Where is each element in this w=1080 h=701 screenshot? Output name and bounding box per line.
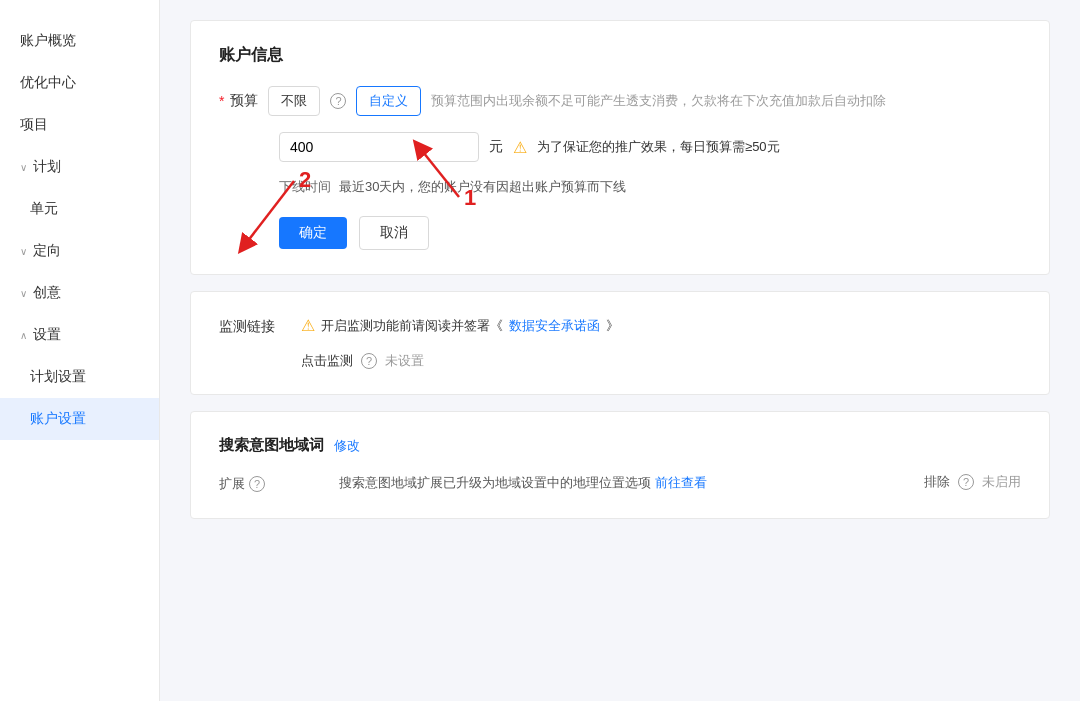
exclude-question-icon[interactable]: ? [958,474,974,490]
budget-input-row: 元 ⚠ 为了保证您的推广效果，每日预算需≥50元 [279,132,1021,162]
sidebar-item-label: 创意 [33,284,61,302]
expand-label: 扩展 [219,475,245,493]
goto-link[interactable]: 前往查看 [655,475,707,490]
custom-button[interactable]: 自定义 [356,86,421,116]
sidebar-item-optimize-center[interactable]: 优化中心 [0,62,159,104]
sidebar-item-label: 单元 [30,200,58,218]
search-section-card: 搜索意图地域词 修改 扩展 ? 搜索意图地域扩展已升级为地域设置中的地理位置选项… [190,411,1050,519]
warning-text-end: 》 [606,317,619,335]
click-monitor-row: 点击监测 ? 未设置 [301,352,1021,370]
sidebar-item-label: 项目 [20,116,48,134]
exclude-label: 排除 [924,473,950,491]
monitor-label: 监测链接 [219,316,289,336]
monitor-row: 监测链接 ⚠ 开启监测功能前请阅读并签署《 数据安全承诺函 》 [219,316,1021,336]
confirm-button[interactable]: 确定 [279,217,347,249]
not-set-label: 未设置 [385,352,424,370]
sidebar-item-creative[interactable]: ∨ 创意 [0,272,159,314]
expand-content: 搜索意图地域扩展已升级为地域设置中的地理位置选项 前往查看 [339,473,884,494]
not-enabled-label: 未启用 [982,473,1021,491]
account-info-title: 账户信息 [219,45,1021,66]
warning-text: 开启监测功能前请阅读并签署《 [321,317,503,335]
modify-link[interactable]: 修改 [334,437,360,455]
budget-hint-text: 预算范围内出现余额不足可能产生透支消费，欠款将在下次充值加款后自动扣除 [431,92,886,110]
monitor-warning: ⚠ 开启监测功能前请阅读并签署《 数据安全承诺函 》 [301,316,619,335]
search-row: 扩展 ? 搜索意图地域扩展已升级为地域设置中的地理位置选项 前往查看 排除 ? … [219,473,1021,494]
sidebar-item-label: 计划 [33,158,61,176]
click-monitor-label: 点击监测 [301,352,353,370]
account-info-card: 账户信息 * 预算 不限 ? 自定义 预算范围内出现余额不足可能产生透支消费，欠… [190,20,1050,275]
expand-question-icon[interactable]: ? [249,476,265,492]
expand-label-col: 扩展 ? [219,473,299,493]
sidebar: 账户概览 优化中心 项目 ∨ 计划 单元 ∨ 定向 ∨ 创意 ∧ 设置 计划设置… [0,0,160,701]
sidebar-item-label: 账户设置 [30,410,86,428]
input-hint: 为了保证您的推广效果，每日预算需≥50元 [537,138,780,156]
main-content: 账户信息 * 预算 不限 ? 自定义 预算范围内出现余额不足可能产生透支消费，欠… [160,0,1080,701]
warn-triangle-icon: ⚠ [301,316,315,335]
expand-desc: 搜索意图地域扩展已升级为地域设置中的地理位置选项 [339,475,651,490]
chevron-down-icon: ∨ [20,162,27,173]
yuan-label: 元 [489,138,503,156]
exclude-col: 排除 ? 未启用 [924,473,1021,491]
offline-label: 下线时间 [279,178,331,196]
unlimit-button[interactable]: 不限 [268,86,320,116]
chevron-down-icon: ∨ [20,246,27,257]
cancel-button[interactable]: 取消 [359,216,429,250]
search-title: 搜索意图地域词 [219,436,324,455]
sidebar-item-unit[interactable]: 单元 [0,188,159,230]
sidebar-item-project[interactable]: 项目 [0,104,159,146]
action-section: 确定 取消 2 [219,216,1021,250]
offline-row: 下线时间 最近30天内，您的账户没有因超出账户预算而下线 [279,178,1021,196]
sidebar-item-label: 定向 [33,242,61,260]
sidebar-item-plan[interactable]: ∨ 计划 [0,146,159,188]
chevron-down-icon: ∨ [20,288,27,299]
monitoring-card: 监测链接 ⚠ 开启监测功能前请阅读并签署《 数据安全承诺函 》 点击监测 ? 未… [190,291,1050,395]
budget-input[interactable] [279,132,479,162]
sidebar-item-targeting[interactable]: ∨ 定向 [0,230,159,272]
sidebar-item-account-overview[interactable]: 账户概览 [0,20,159,62]
question-icon[interactable]: ? [330,93,346,109]
sidebar-item-account-settings[interactable]: 账户设置 [0,398,159,440]
offline-text: 最近30天内，您的账户没有因超出账户预算而下线 [339,178,626,196]
chevron-up-icon: ∧ [20,330,27,341]
sidebar-item-label: 账户概览 [20,32,76,50]
data-security-link[interactable]: 数据安全承诺函 [509,317,600,335]
monitor-question-icon[interactable]: ? [361,353,377,369]
budget-row: * 预算 不限 ? 自定义 预算范围内出现余额不足可能产生透支消费，欠款将在下次… [219,86,1021,116]
sidebar-item-label: 优化中心 [20,74,76,92]
warning-icon: ⚠ [513,138,527,157]
sidebar-item-label: 计划设置 [30,368,86,386]
budget-label: * 预算 [219,92,258,110]
search-section-title-row: 搜索意图地域词 修改 [219,436,1021,455]
sidebar-item-settings[interactable]: ∧ 设置 [0,314,159,356]
sidebar-item-label: 设置 [33,326,61,344]
action-buttons-row: 确定 取消 [279,216,1021,250]
required-star: * [219,93,224,109]
sidebar-item-plan-settings[interactable]: 计划设置 [0,356,159,398]
budget-input-section: 元 ⚠ 为了保证您的推广效果，每日预算需≥50元 1 [219,132,1021,162]
